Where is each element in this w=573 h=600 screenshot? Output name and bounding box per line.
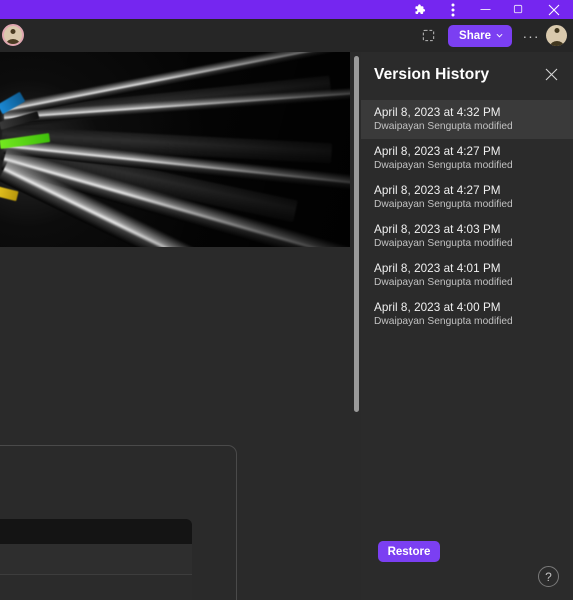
table-header [0, 519, 192, 544]
close-button[interactable] [535, 0, 573, 19]
version-author: Dwaipayan Sengupta modified [374, 277, 513, 288]
version-list: April 8, 2023 at 4:32 PM Dwaipayan Sengup… [361, 100, 573, 334]
version-timestamp: April 8, 2023 at 4:03 PM [374, 223, 501, 236]
canvas-scrollbar[interactable] [354, 56, 359, 412]
canvas-image [0, 52, 350, 247]
list-item[interactable]: April 8, 2023 at 4:27 PM Dwaipayan Sengup… [361, 139, 573, 178]
share-button-label: Share [459, 29, 491, 42]
maximize-button[interactable] [502, 0, 535, 19]
image-vignette [0, 52, 350, 247]
avatar[interactable] [2, 24, 24, 46]
toolbar-actions: Share ··· [414, 19, 569, 52]
version-timestamp: April 8, 2023 at 4:32 PM [374, 106, 501, 119]
list-item[interactable]: April 8, 2023 at 4:03 PM Dwaipayan Sengup… [361, 217, 573, 256]
version-author: Dwaipayan Sengupta modified [374, 160, 513, 171]
list-item[interactable]: April 8, 2023 at 4:27 PM Dwaipayan Sengup… [361, 178, 573, 217]
puzzle-piece-icon[interactable] [403, 0, 436, 19]
avatar-body [6, 39, 20, 44]
document-canvas[interactable] [0, 52, 361, 600]
version-timestamp: April 8, 2023 at 4:01 PM [374, 262, 501, 275]
chevron-down-icon [496, 31, 503, 40]
version-author: Dwaipayan Sengupta modified [374, 238, 513, 249]
window-title-bar [0, 0, 573, 19]
dashed-frame-icon[interactable] [414, 23, 442, 49]
version-history-panel: Version History April 8, 2023 at 4:32 PM… [361, 52, 573, 600]
close-icon[interactable] [541, 65, 561, 85]
account-avatar-head [554, 28, 559, 33]
version-author: Dwaipayan Sengupta modified [374, 121, 513, 132]
table-row [0, 575, 192, 600]
page-title: Version History [374, 65, 490, 83]
list-item[interactable]: April 8, 2023 at 4:32 PM Dwaipayan Sengup… [361, 100, 573, 139]
app-toolbar: Share ··· [0, 19, 573, 52]
version-author: Dwaipayan Sengupta modified [374, 199, 513, 210]
help-button[interactable]: ? [538, 566, 559, 587]
version-timestamp: April 8, 2023 at 4:00 PM [374, 301, 501, 314]
list-item[interactable]: April 8, 2023 at 4:00 PM Dwaipayan Sengup… [361, 295, 573, 334]
restore-button[interactable]: Restore [378, 541, 440, 562]
share-button[interactable]: Share [448, 24, 512, 47]
minimize-button[interactable] [469, 0, 502, 19]
panel-header: Version History [361, 52, 573, 97]
list-item[interactable]: April 8, 2023 at 4:01 PM Dwaipayan Sengup… [361, 256, 573, 295]
document-card [0, 445, 237, 600]
app-window: Share ··· Version History April 8, 2023 … [0, 0, 573, 600]
account-avatar-body [550, 41, 563, 46]
version-author: Dwaipayan Sengupta modified [374, 316, 513, 327]
avatar-head [10, 29, 16, 34]
version-timestamp: April 8, 2023 at 4:27 PM [374, 184, 501, 197]
vertical-dots-icon[interactable] [436, 0, 469, 19]
version-timestamp: April 8, 2023 at 4:27 PM [374, 145, 501, 158]
table-row [0, 544, 192, 575]
account-avatar[interactable] [546, 25, 567, 46]
more-options-button[interactable]: ··· [518, 28, 544, 44]
